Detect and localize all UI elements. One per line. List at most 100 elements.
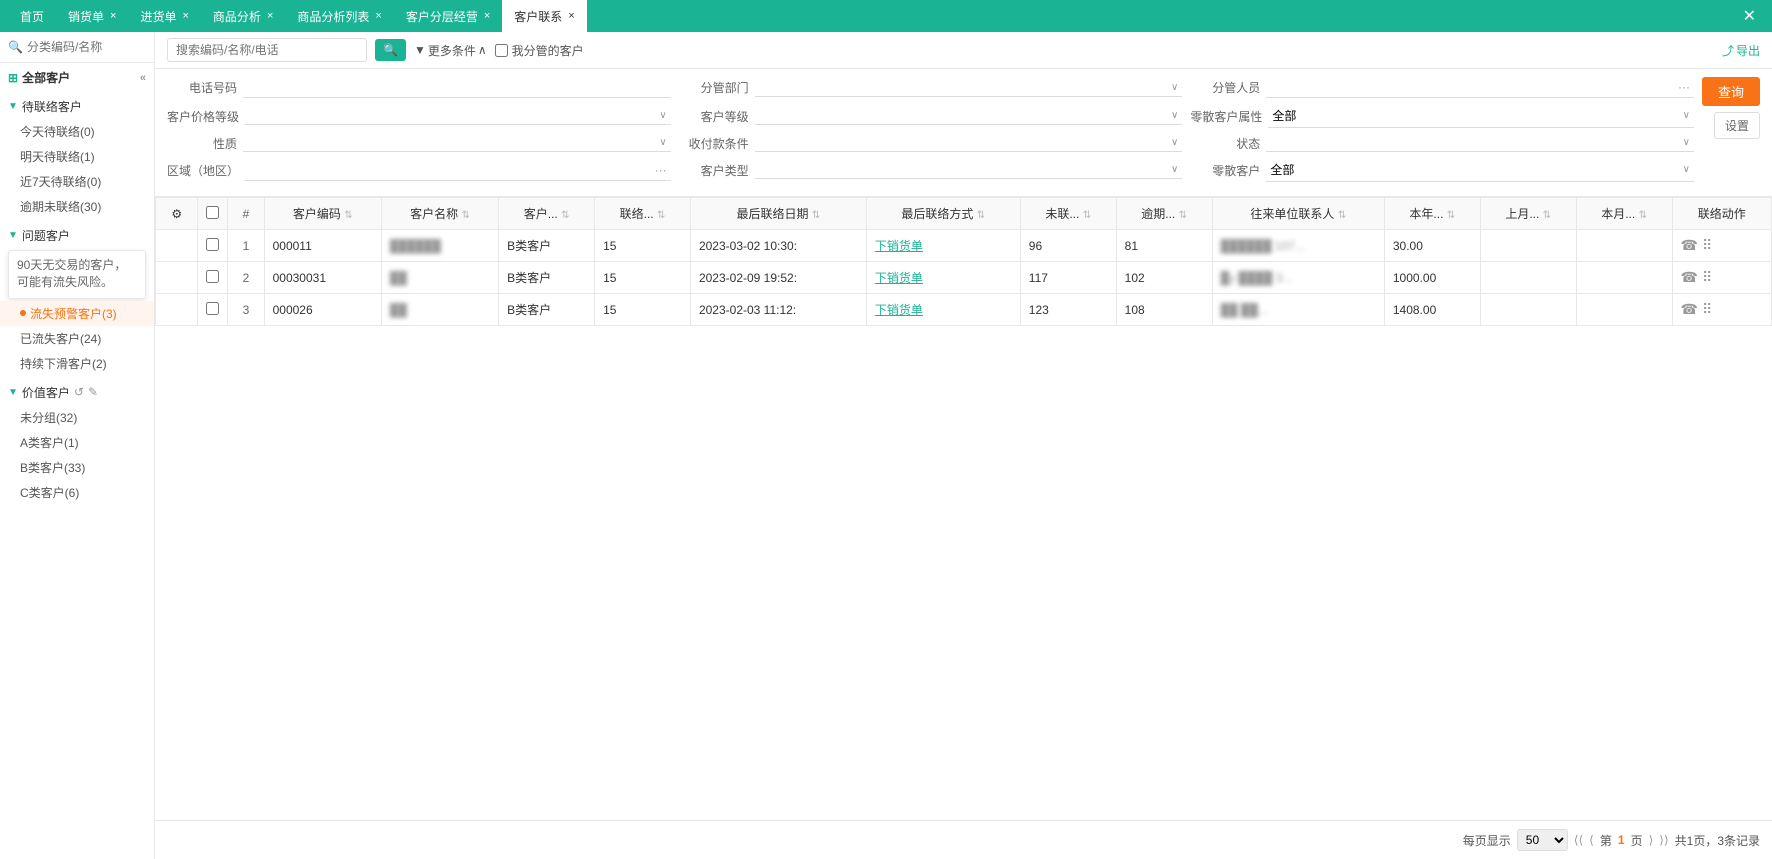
- payment-select[interactable]: ∨: [755, 134, 1183, 152]
- row-last-month-2: [1480, 294, 1576, 326]
- row-checkbox-1[interactable]: [198, 262, 228, 294]
- col-last-contact-way[interactable]: 最后联络方式 ⇅: [866, 198, 1020, 230]
- window-close-button[interactable]: ✕: [1735, 6, 1764, 26]
- tab-purchase[interactable]: 进货单 ×: [128, 0, 200, 32]
- region-select[interactable]: ···: [245, 160, 671, 181]
- action-more-icon-0[interactable]: ⠿: [1702, 237, 1712, 254]
- row-check-0[interactable]: [206, 238, 219, 251]
- my-customers-checkbox[interactable]: 我分管的客户: [495, 42, 584, 59]
- export-button[interactable]: ⤴ 导出: [1722, 42, 1760, 59]
- zero-customer-select[interactable]: 全部 ∨: [1266, 158, 1694, 182]
- gender-select[interactable]: ∨: [243, 134, 671, 152]
- row-overdue-1: 102: [1116, 262, 1212, 294]
- customer-level-select[interactable]: ∨: [755, 107, 1183, 125]
- per-page-select[interactable]: 50 100: [1517, 829, 1568, 851]
- pending-contact-title[interactable]: ▼ 待联络客户: [0, 94, 154, 119]
- action-contact-icon-1[interactable]: ☎: [1681, 269, 1698, 286]
- row-this-month-0: [1576, 230, 1672, 262]
- last-way-link-0[interactable]: 下销货单: [875, 239, 923, 253]
- action-contact-icon-2[interactable]: ☎: [1681, 301, 1698, 318]
- phone-input[interactable]: [243, 77, 671, 98]
- dept-select[interactable]: ∨: [755, 79, 1183, 97]
- filter-search-button[interactable]: 🔍: [375, 39, 406, 61]
- select-all-checkbox[interactable]: [206, 206, 219, 219]
- all-customers-header[interactable]: ⊞ 全部客户 «: [0, 63, 154, 92]
- sidebar-item-churned[interactable]: 已流失客户(24): [0, 326, 154, 351]
- row-action-0: ☎ ⠿: [1672, 230, 1771, 262]
- sidebar-item-ungrouped[interactable]: 未分组(32): [0, 405, 154, 430]
- last-way-link-2[interactable]: 下销货单: [875, 303, 923, 317]
- col-settings[interactable]: ⚙: [156, 198, 198, 230]
- price-level-select[interactable]: ∨: [245, 107, 671, 125]
- tab-customer-tier-close[interactable]: ×: [484, 10, 490, 22]
- sidebar-item-today[interactable]: 今天待联络(0): [0, 119, 154, 144]
- col-this-month[interactable]: 本月... ⇅: [1576, 198, 1672, 230]
- tab-sales[interactable]: 销货单 ×: [56, 0, 128, 32]
- col-code[interactable]: 客户编码 ⇅: [264, 198, 381, 230]
- col-last-month[interactable]: 上月... ⇅: [1480, 198, 1576, 230]
- customer-type-select[interactable]: ∨: [755, 161, 1183, 179]
- my-customers-check[interactable]: [495, 44, 508, 57]
- query-button[interactable]: 查询: [1702, 77, 1760, 106]
- sidebar-search-input[interactable]: [27, 40, 155, 54]
- sidebar-item-7days[interactable]: 近7天待联络(0): [0, 169, 154, 194]
- sidebar-item-tomorrow[interactable]: 明天待联络(1): [0, 144, 154, 169]
- status-select[interactable]: ∨: [1266, 134, 1694, 152]
- row-last-way-0[interactable]: 下销货单: [866, 230, 1020, 262]
- refresh-icon[interactable]: ↺: [74, 385, 84, 399]
- sidebar-item-overdue[interactable]: 逾期未联络(30): [0, 194, 154, 219]
- row-check-1[interactable]: [206, 270, 219, 283]
- filter-search-input[interactable]: [167, 38, 367, 62]
- action-more-icon-2[interactable]: ⠿: [1702, 301, 1712, 318]
- sidebar-item-class-a[interactable]: A类客户(1): [0, 430, 154, 455]
- region-dots-icon[interactable]: ···: [655, 163, 667, 177]
- next-icon[interactable]: ⟩: [1649, 833, 1654, 847]
- tab-sales-close[interactable]: ×: [110, 10, 116, 22]
- col-overdue[interactable]: 逾期... ⇅: [1116, 198, 1212, 230]
- col-last-contact-date[interactable]: 最后联络日期 ⇅: [690, 198, 866, 230]
- col-type[interactable]: 客户... ⇅: [499, 198, 595, 230]
- customer-type-field: 客户类型 ∨: [679, 161, 1183, 179]
- tab-goods-list-close[interactable]: ×: [375, 10, 381, 22]
- col-this-year[interactable]: 本年... ⇅: [1384, 198, 1480, 230]
- row-checkbox-2[interactable]: [198, 294, 228, 326]
- sidebar-item-class-b[interactable]: B类客户(33): [0, 455, 154, 480]
- tab-customer-contact[interactable]: 客户联系 ×: [502, 0, 586, 32]
- sidebar-collapse-btn[interactable]: «: [140, 72, 146, 84]
- edit-icon[interactable]: ✎: [88, 385, 98, 399]
- col-checkbox[interactable]: [198, 198, 228, 230]
- manager-select[interactable]: ···: [1266, 77, 1694, 98]
- manager-dots-icon[interactable]: ···: [1678, 80, 1690, 94]
- sidebar-item-declining[interactable]: 持续下滑客户(2): [0, 351, 154, 376]
- col-contact[interactable]: 联络... ⇅: [595, 198, 691, 230]
- prev-icon[interactable]: ⟨: [1589, 833, 1594, 847]
- zero-attr-select[interactable]: 全部 ∨: [1268, 104, 1694, 128]
- tab-goods-analysis-close[interactable]: ×: [267, 10, 273, 22]
- tab-customer-tier[interactable]: 客户分层经营 ×: [394, 0, 502, 32]
- col-name[interactable]: 客户名称 ⇅: [381, 198, 498, 230]
- tab-goods-list[interactable]: 商品分析列表 ×: [285, 0, 393, 32]
- more-conditions-toggle[interactable]: ▼ 更多条件 ∧: [414, 42, 487, 59]
- action-more-icon-1[interactable]: ⠿: [1702, 269, 1712, 286]
- col-unit-contact[interactable]: 往来单位联系人 ⇅: [1212, 198, 1384, 230]
- row-last-way-2[interactable]: 下销货单: [866, 294, 1020, 326]
- tab-customer-contact-close[interactable]: ×: [568, 10, 574, 22]
- tab-purchase-close[interactable]: ×: [182, 10, 188, 22]
- row-checkbox-0[interactable]: [198, 230, 228, 262]
- sidebar-item-class-c[interactable]: C类客户(6): [0, 480, 154, 505]
- value-customers-title[interactable]: ▼ 价值客户 ↺ ✎: [0, 380, 154, 405]
- row-last-way-1[interactable]: 下销货单: [866, 262, 1020, 294]
- last-way-link-1[interactable]: 下销货单: [875, 271, 923, 285]
- sidebar-item-churn-warning[interactable]: 流失预警客户(3): [0, 301, 154, 326]
- per-page-label: 每页显示: [1463, 832, 1511, 849]
- tab-goods-analysis[interactable]: 商品分析 ×: [201, 0, 285, 32]
- dept-field: 分管部门 ∨: [679, 79, 1183, 97]
- settings-button[interactable]: 设置: [1714, 112, 1760, 139]
- row-check-2[interactable]: [206, 302, 219, 315]
- prev-first-icon[interactable]: ⟨⟨: [1574, 833, 1583, 847]
- next-last-icon[interactable]: ⟩⟩: [1659, 833, 1668, 847]
- action-contact-icon-0[interactable]: ☎: [1681, 237, 1698, 254]
- problem-customers-title[interactable]: ▼ 问题客户: [0, 223, 154, 248]
- tab-home[interactable]: 首页: [8, 0, 56, 32]
- col-no-contact[interactable]: 未联... ⇅: [1020, 198, 1116, 230]
